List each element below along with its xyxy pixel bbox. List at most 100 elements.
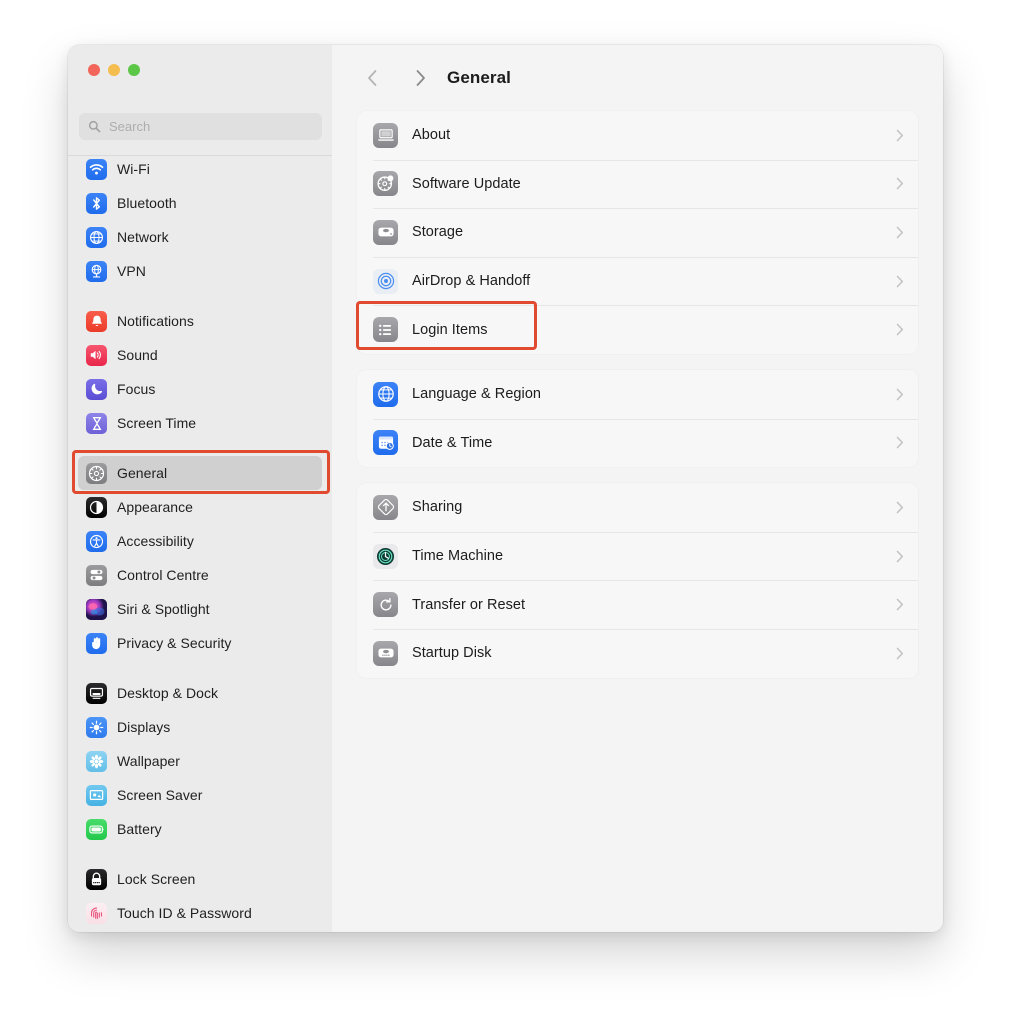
moon-icon bbox=[86, 378, 107, 400]
content-row-language-region[interactable]: Language & Region bbox=[357, 370, 918, 419]
hand-privacy-icon bbox=[86, 632, 107, 654]
content-row-storage[interactable]: Storage bbox=[357, 208, 918, 257]
sidebar-group: General Appearance Accessibility Control Ce… bbox=[68, 456, 332, 660]
sidebar-item-privacy-security[interactable]: Privacy & Security bbox=[78, 626, 322, 660]
chevron-right-icon bbox=[896, 647, 904, 660]
chevron-right-icon bbox=[896, 550, 904, 563]
sidebar-item-label: Siri & Spotlight bbox=[117, 601, 210, 617]
sidebar-item-notifications[interactable]: Notifications bbox=[78, 304, 322, 338]
chevron-left-icon bbox=[367, 70, 376, 86]
close-window-button[interactable] bbox=[88, 64, 100, 76]
sidebar-item-label: Focus bbox=[117, 381, 156, 397]
back-button[interactable] bbox=[357, 63, 387, 93]
sidebar-item-desktop-dock[interactable]: Desktop & Dock bbox=[78, 676, 322, 710]
content-row-label: Login Items bbox=[412, 321, 488, 338]
sidebar-item-network[interactable]: Network bbox=[78, 220, 322, 254]
sidebar-item-label: Appearance bbox=[117, 499, 194, 515]
maximize-window-button[interactable] bbox=[128, 64, 140, 76]
sidebar-item-screen-saver[interactable]: Screen Saver bbox=[78, 778, 322, 812]
wallpaper-icon bbox=[86, 750, 107, 772]
sidebar-item-siri-spotlight[interactable]: Siri & Spotlight bbox=[78, 592, 322, 626]
content-row-label: Transfer or Reset bbox=[412, 596, 526, 613]
wifi-icon bbox=[86, 158, 107, 180]
sidebar-item-control-centre[interactable]: Control Centre bbox=[78, 558, 322, 592]
search-field[interactable]: Search bbox=[79, 113, 322, 140]
chevron-right-icon bbox=[896, 177, 904, 190]
sidebar-group-separator bbox=[68, 846, 332, 862]
sidebar-item-label: Lock Screen bbox=[117, 871, 196, 887]
sidebar-item-accessibility[interactable]: Accessibility bbox=[78, 524, 322, 558]
content-row-time-machine[interactable]: Time Machine bbox=[357, 531, 918, 581]
content-row-login-items[interactable]: Login Items bbox=[357, 305, 918, 354]
sidebar-item-displays[interactable]: Displays bbox=[78, 710, 322, 744]
sidebar-item-lock-screen[interactable]: Lock Screen bbox=[78, 862, 322, 896]
sidebar-item-battery[interactable]: Battery bbox=[78, 812, 322, 846]
forward-button[interactable] bbox=[405, 63, 435, 93]
sidebar-item-label: Displays bbox=[117, 719, 171, 735]
globe-icon bbox=[373, 381, 398, 407]
search-icon bbox=[88, 120, 101, 133]
content-row-software-update[interactable]: Software Update bbox=[357, 159, 918, 209]
content-row-transfer-or-reset[interactable]: Transfer or Reset bbox=[357, 580, 918, 629]
chevron-right-icon bbox=[896, 226, 904, 239]
sidebar-item-label: Wallpaper bbox=[117, 753, 180, 769]
bluetooth-icon bbox=[86, 192, 107, 214]
sidebar-item-label: Privacy & Security bbox=[117, 635, 232, 651]
sidebar-item-sound[interactable]: Sound bbox=[78, 338, 322, 372]
hourglass-icon bbox=[86, 412, 107, 434]
sidebar-item-label: Network bbox=[117, 229, 169, 245]
vpn-icon bbox=[86, 260, 107, 282]
sidebar-item-label: Notifications bbox=[117, 313, 194, 329]
content-row-label: About bbox=[412, 127, 451, 144]
bell-icon bbox=[86, 310, 107, 332]
content-row-startup-disk[interactable]: Startup Disk bbox=[357, 628, 918, 678]
content-pane: General About Software Update Storage AirDr… bbox=[332, 45, 943, 932]
minimize-window-button[interactable] bbox=[108, 64, 120, 76]
control-centre-icon bbox=[86, 564, 107, 586]
content-row-date-time[interactable]: Date & Time bbox=[357, 418, 918, 468]
lock-icon bbox=[86, 868, 107, 890]
chevron-right-icon bbox=[896, 436, 904, 449]
content-row-sharing[interactable]: Sharing bbox=[357, 483, 918, 532]
sidebar-item-label: VPN bbox=[117, 263, 146, 279]
desktop-dock-icon bbox=[86, 682, 107, 704]
chevron-right-icon bbox=[896, 598, 904, 611]
sidebar-item-wallpaper[interactable]: Wallpaper bbox=[78, 744, 322, 778]
settings-groups: About Software Update Storage AirDrop & Han… bbox=[332, 111, 943, 678]
siri-icon bbox=[86, 598, 107, 620]
list-icon bbox=[373, 317, 398, 343]
sidebar-item-screen-time[interactable]: Screen Time bbox=[78, 406, 322, 440]
sidebar-item-label: Control Centre bbox=[117, 567, 209, 583]
sidebar-item-appearance[interactable]: Appearance bbox=[78, 490, 322, 524]
content-row-label: Storage bbox=[412, 224, 464, 241]
gear-icon bbox=[86, 462, 107, 484]
sidebar-item-focus[interactable]: Focus bbox=[78, 372, 322, 406]
content-row-about[interactable]: About bbox=[357, 111, 918, 160]
sidebar-item-label: Accessibility bbox=[117, 533, 194, 549]
sidebar-item-label: Screen Time bbox=[117, 415, 197, 431]
sidebar-item-label: Sound bbox=[117, 347, 158, 363]
sidebar-item-bluetooth[interactable]: Bluetooth bbox=[78, 186, 322, 220]
brightness-icon bbox=[86, 716, 107, 738]
chevron-right-icon bbox=[416, 70, 425, 86]
sidebar-item-label: General bbox=[117, 465, 168, 481]
sidebar-item-label: Touch ID & Password bbox=[117, 905, 252, 921]
sidebar-item-touch-id-password[interactable]: Touch ID & Password bbox=[78, 896, 322, 930]
sidebar-item-general[interactable]: General bbox=[78, 456, 322, 490]
sidebar-list: Wi-Fi Bluetooth Network VPN Notifications Sou… bbox=[68, 156, 332, 930]
reset-icon bbox=[373, 592, 398, 618]
content-row-label: Time Machine bbox=[412, 548, 504, 565]
sidebar-item-wi-fi[interactable]: Wi-Fi bbox=[78, 156, 322, 186]
sidebar-item-vpn[interactable]: VPN bbox=[78, 254, 322, 288]
sidebar: Search Wi-Fi Bluetooth Network VPN Notificat… bbox=[68, 45, 332, 932]
fingerprint-icon bbox=[86, 902, 107, 924]
settings-group: Sharing Time Machine Transfer or Reset Star… bbox=[357, 483, 918, 678]
screen-saver-icon bbox=[86, 784, 107, 806]
system-settings-window: Search Wi-Fi Bluetooth Network VPN Notificat… bbox=[68, 45, 943, 932]
laptop-icon bbox=[373, 122, 398, 148]
startup-disk-icon bbox=[373, 640, 398, 666]
traffic-lights bbox=[88, 64, 140, 76]
sidebar-scroll-area[interactable]: Wi-Fi Bluetooth Network VPN Notifications Sou… bbox=[68, 156, 332, 932]
content-row-airdrop-handoff[interactable]: AirDrop & Handoff bbox=[357, 256, 918, 306]
sidebar-item-label: Battery bbox=[117, 821, 162, 837]
